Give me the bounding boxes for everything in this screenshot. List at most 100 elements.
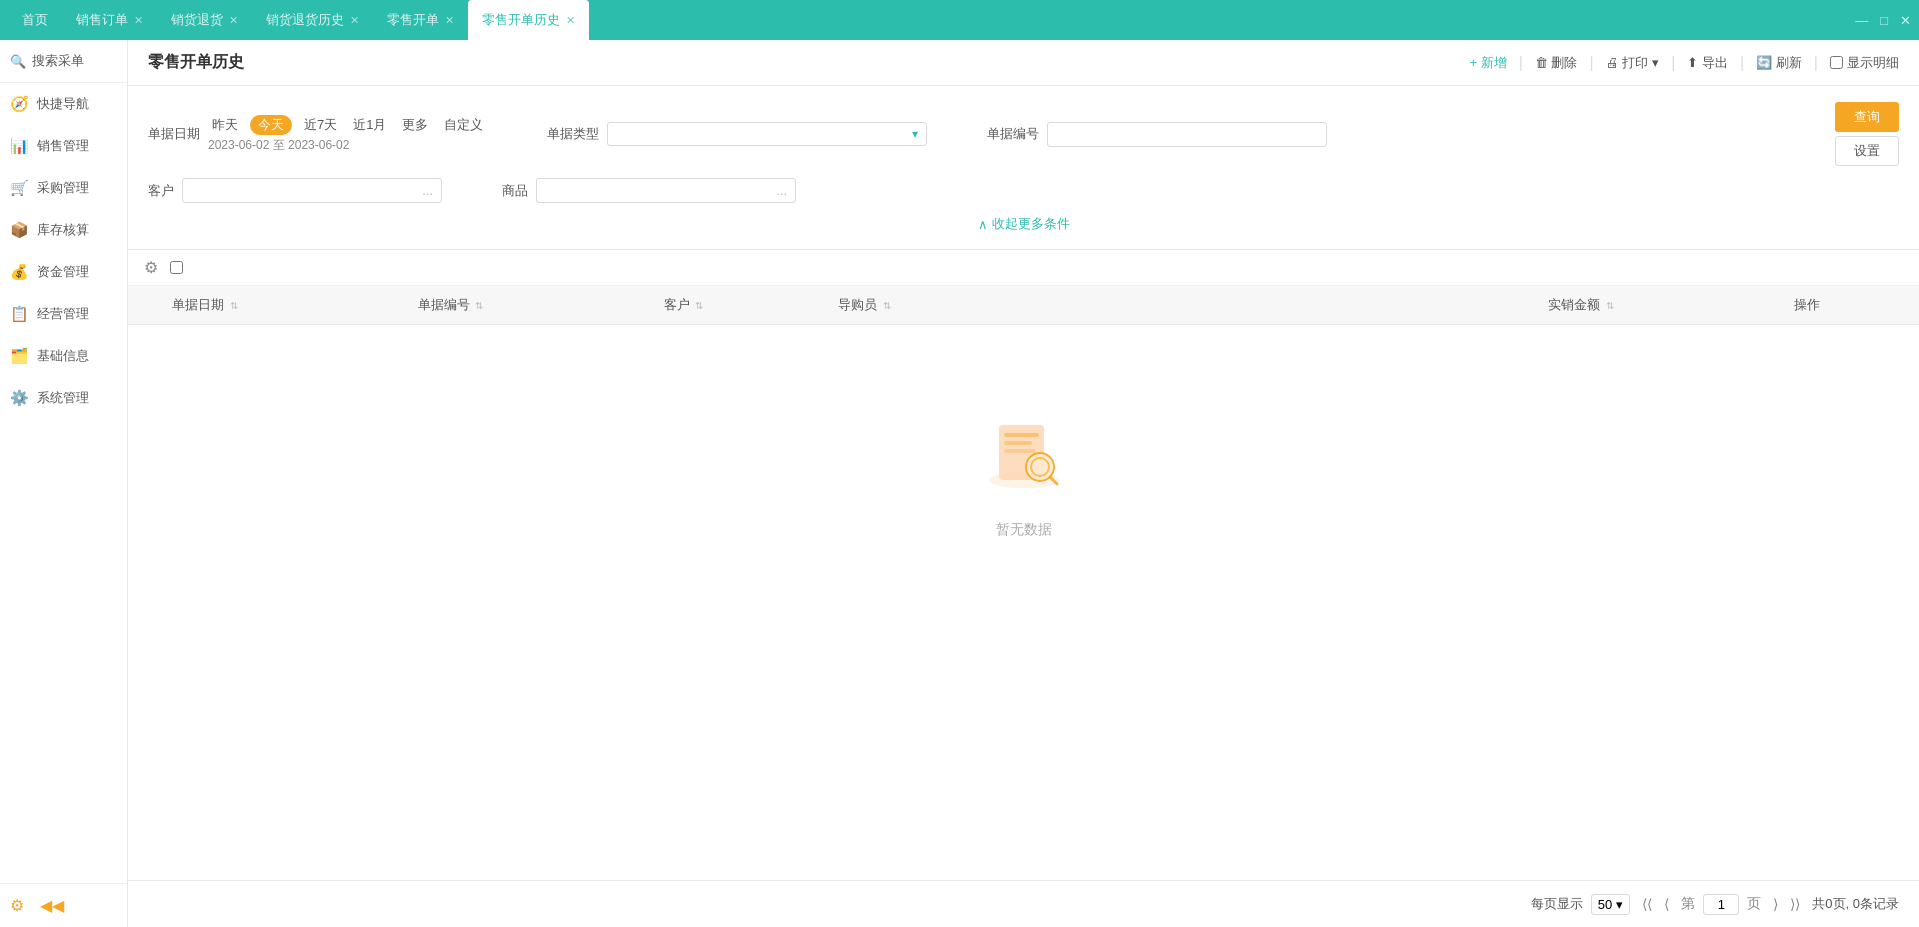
- tab-retail-open[interactable]: 零售开单 ✕: [373, 0, 468, 40]
- settings-bottom-icon[interactable]: ⚙: [10, 896, 24, 915]
- product-input-dots[interactable]: ...: [776, 183, 787, 198]
- th-salesperson[interactable]: 导购员 ⇅: [826, 286, 1036, 325]
- export-button[interactable]: ⬆ 导出: [1687, 54, 1728, 72]
- content-area: 零售开单历史 + 新增 | 🗑 删除 | 🖨 打印 ▾ | ⬆ 导出 | 🔄 刷…: [128, 40, 1919, 927]
- tab-home[interactable]: 首页: [8, 0, 62, 40]
- basic-info-icon: 🗂️: [10, 347, 29, 365]
- show-detail-label: 显示明细: [1847, 54, 1899, 72]
- customer-input[interactable]: ...: [182, 178, 442, 203]
- sidebar-item-purchase-mgmt[interactable]: 🛒 采购管理: [0, 167, 127, 209]
- sidebar-item-quick-nav-label: 快捷导航: [37, 95, 89, 113]
- date-btn-today[interactable]: 今天: [250, 115, 292, 135]
- type-filter-label: 单据类型: [547, 125, 599, 143]
- inventory-icon: 📦: [10, 221, 29, 239]
- table-settings-icon[interactable]: ⚙: [144, 258, 158, 277]
- collapse-button[interactable]: ∧ 收起更多条件: [978, 215, 1070, 233]
- system-icon: ⚙️: [10, 389, 29, 407]
- new-button[interactable]: + 新增: [1470, 54, 1507, 72]
- setting-button[interactable]: 设置: [1835, 136, 1899, 166]
- show-detail-toggle[interactable]: 显示明细: [1830, 54, 1899, 72]
- th-date-sort[interactable]: ⇅: [230, 300, 238, 311]
- sidebar-item-system-label: 系统管理: [37, 389, 89, 407]
- date-btn-more[interactable]: 更多: [398, 115, 432, 135]
- first-page-icon[interactable]: ⟨⟨: [1638, 894, 1656, 914]
- type-select[interactable]: ▾: [607, 122, 927, 146]
- toolbar: + 新增 | 🗑 删除 | 🖨 打印 ▾ | ⬆ 导出 | 🔄 刷新 | 显示明…: [1470, 54, 1900, 72]
- th-date-label: 单据日期: [172, 297, 224, 312]
- th-salesperson-sort[interactable]: ⇅: [883, 300, 891, 311]
- tab-retail-open-history-label: 零售开单历史: [482, 11, 560, 29]
- number-filter-label: 单据编号: [987, 125, 1039, 143]
- next-page-icon[interactable]: ⟩: [1769, 894, 1782, 914]
- tab-sales-order-close[interactable]: ✕: [134, 14, 143, 27]
- tab-retail-open-close[interactable]: ✕: [445, 14, 454, 27]
- th-checkbox: [128, 286, 160, 325]
- tab-sales-return-history[interactable]: 销货退货历史 ✕: [252, 0, 373, 40]
- sidebar-item-finance[interactable]: 💰 资金管理: [0, 251, 127, 293]
- show-detail-checkbox[interactable]: [1830, 56, 1843, 69]
- sales-mgmt-icon: 📊: [10, 137, 29, 155]
- sidebar-item-system[interactable]: ⚙️ 系统管理: [0, 377, 127, 419]
- per-page-select[interactable]: 50 ▾: [1591, 894, 1630, 915]
- th-number-label: 单据编号: [418, 297, 470, 312]
- date-btn-yesterday[interactable]: 昨天: [208, 115, 242, 135]
- page-suffix-label: 页: [1743, 893, 1765, 915]
- th-customer[interactable]: 客户 ⇅: [652, 286, 826, 325]
- sidebar-item-quick-nav[interactable]: 🧭 快捷导航: [0, 83, 127, 125]
- delete-button[interactable]: 🗑 删除: [1535, 54, 1578, 72]
- th-customer-sort[interactable]: ⇅: [695, 300, 703, 311]
- tab-sales-return[interactable]: 销货退货 ✕: [157, 0, 252, 40]
- tab-sales-order[interactable]: 销售订单 ✕: [62, 0, 157, 40]
- sidebar-item-basic-info[interactable]: 🗂️ 基础信息: [0, 335, 127, 377]
- purchase-mgmt-icon: 🛒: [10, 179, 29, 197]
- sidebar-item-inventory[interactable]: 📦 库存核算: [0, 209, 127, 251]
- maximize-icon[interactable]: □: [1880, 13, 1888, 28]
- quick-nav-icon: 🧭: [10, 95, 29, 113]
- th-date[interactable]: 单据日期 ⇅: [160, 286, 406, 325]
- toolbar-divider-1: |: [1519, 54, 1523, 72]
- customer-filter-label: 客户: [148, 182, 174, 200]
- sidebar-item-operation-label: 经营管理: [37, 305, 89, 323]
- sidebar-search[interactable]: 🔍 搜索采单: [0, 40, 127, 83]
- number-input[interactable]: [1047, 122, 1327, 147]
- th-number[interactable]: 单据编号 ⇅: [406, 286, 652, 325]
- date-btn-custom[interactable]: 自定义: [440, 115, 487, 135]
- collapse-sidebar-icon[interactable]: ◀◀: [40, 896, 64, 915]
- th-number-sort[interactable]: ⇅: [475, 300, 483, 311]
- th-amount[interactable]: 实销金额 ⇅: [1536, 286, 1782, 325]
- date-btn-1month[interactable]: 近1月: [349, 115, 390, 135]
- tab-sales-return-history-close[interactable]: ✕: [350, 14, 359, 27]
- type-select-arrow: ▾: [912, 127, 918, 141]
- pagination-nav: ⟨⟨ ⟨ 第 页 ⟩ ⟩⟩: [1638, 893, 1804, 915]
- date-btn-7days[interactable]: 近7天: [300, 115, 341, 135]
- query-button[interactable]: 查询: [1835, 102, 1899, 132]
- last-page-icon[interactable]: ⟩⟩: [1786, 894, 1804, 914]
- window-controls: — □ ✕: [1855, 13, 1911, 28]
- page-number-input[interactable]: [1703, 894, 1739, 915]
- print-dropdown-icon[interactable]: ▾: [1652, 55, 1659, 70]
- empty-state-text: 暂无数据: [996, 521, 1052, 539]
- tab-sales-order-label: 销售订单: [76, 11, 128, 29]
- customer-input-dots[interactable]: ...: [422, 183, 433, 198]
- tab-retail-open-label: 零售开单: [387, 11, 439, 29]
- refresh-button[interactable]: 🔄 刷新: [1756, 54, 1802, 72]
- sidebar-item-sales-mgmt[interactable]: 📊 销售管理: [0, 125, 127, 167]
- date-filter-group: 昨天 今天 近7天 近1月 更多 自定义 2023-06-02 至 2023-0…: [208, 115, 487, 154]
- tab-sales-return-close[interactable]: ✕: [229, 14, 238, 27]
- print-button[interactable]: 🖨 打印 ▾: [1606, 54, 1660, 72]
- prev-page-icon[interactable]: ⟨: [1660, 894, 1673, 914]
- th-salesperson-label: 导购员: [838, 297, 877, 312]
- tab-retail-open-history-close[interactable]: ✕: [566, 14, 575, 27]
- sidebar-item-sales-mgmt-label: 销售管理: [37, 137, 89, 155]
- tab-retail-open-history[interactable]: 零售开单历史 ✕: [468, 0, 589, 40]
- filter-date-item: 单据日期 昨天 今天 近7天 近1月 更多 自定义 2023-06-02 至 2…: [148, 115, 487, 154]
- collapse-row: ∧ 收起更多条件: [148, 215, 1899, 233]
- toolbar-divider-2: |: [1590, 54, 1594, 72]
- select-all-checkbox[interactable]: [170, 261, 183, 274]
- sidebar-item-operation[interactable]: 📋 经营管理: [0, 293, 127, 335]
- th-amount-sort[interactable]: ⇅: [1606, 300, 1614, 311]
- close-window-icon[interactable]: ✕: [1900, 13, 1911, 28]
- product-input[interactable]: ...: [536, 178, 796, 203]
- minimize-icon[interactable]: —: [1855, 13, 1868, 28]
- filter-number-item: 单据编号: [987, 122, 1327, 147]
